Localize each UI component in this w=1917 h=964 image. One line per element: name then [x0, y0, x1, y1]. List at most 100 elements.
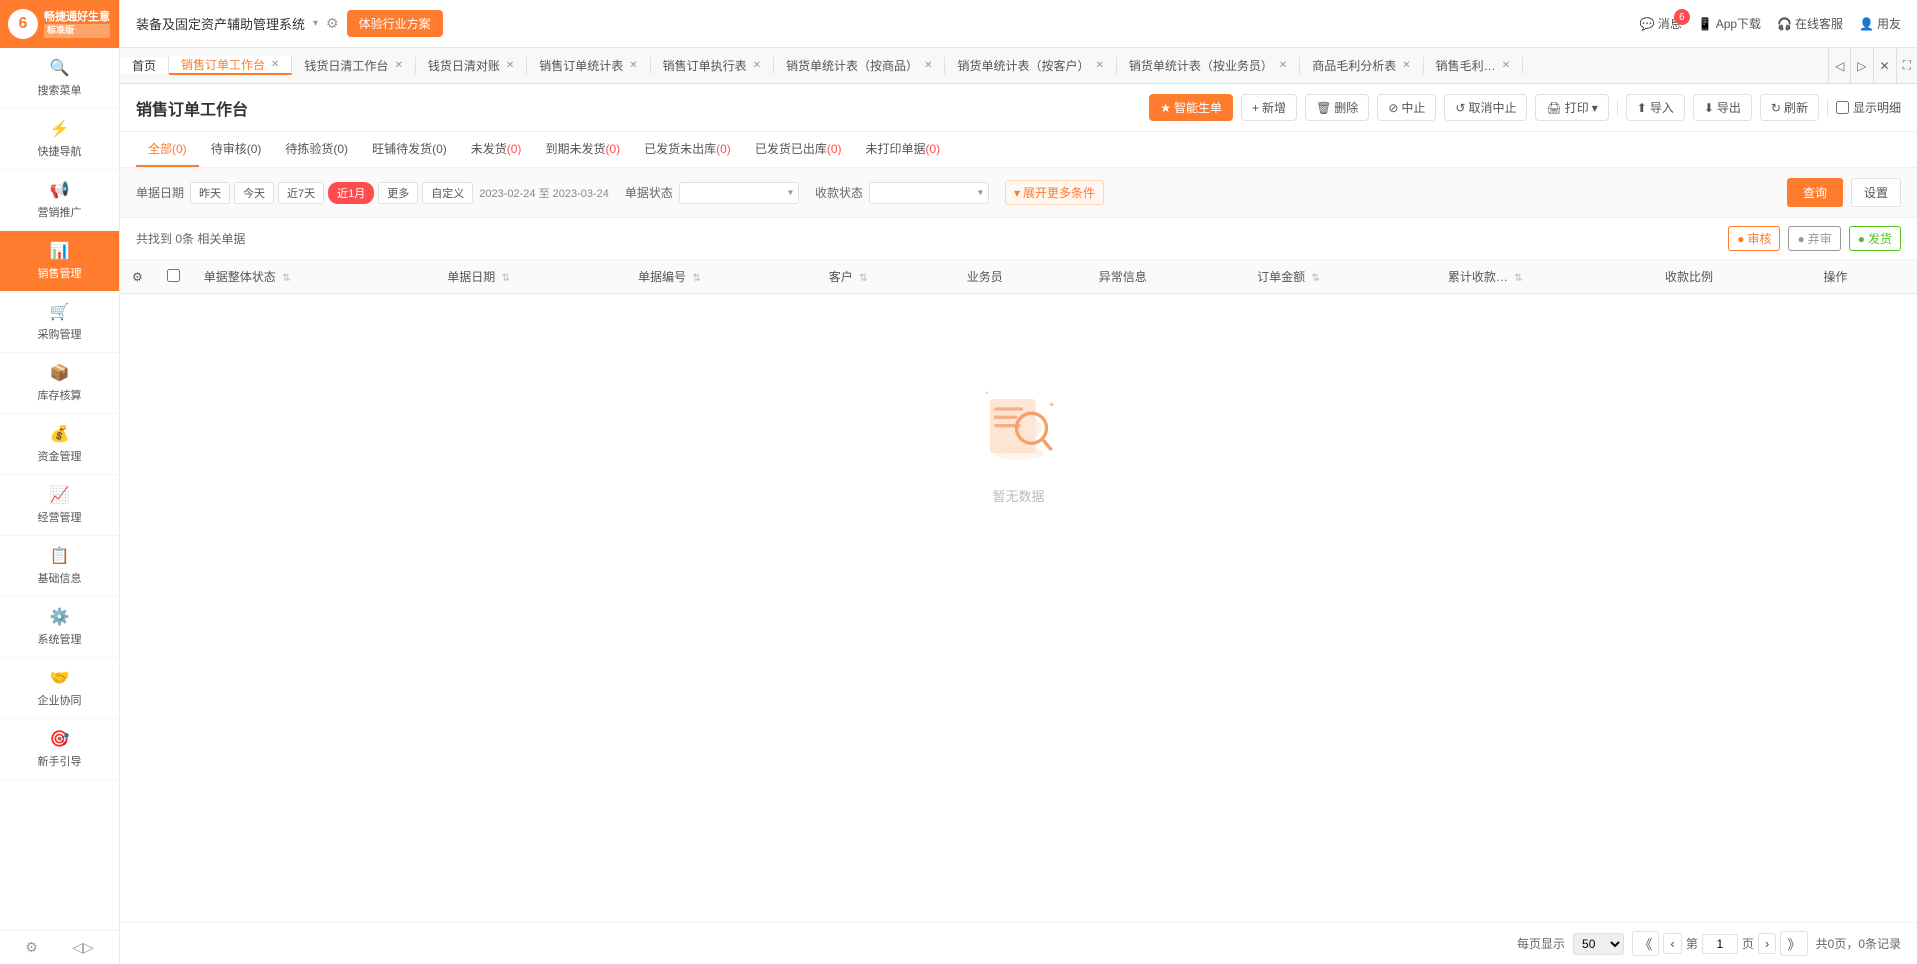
sub-tab-unprinted[interactable]: 未打印单据(0)	[854, 132, 953, 167]
sub-tab-all[interactable]: 全部(0)	[136, 132, 199, 167]
col-settings[interactable]: ⚙	[120, 260, 155, 294]
sidebar-item-quick-nav[interactable]: ⚡ 快捷导航	[0, 109, 119, 170]
tab-customer-stat[interactable]: 销货单统计表（按客户）✕	[945, 57, 1116, 74]
import-button[interactable]: ⬆ 导入	[1626, 94, 1685, 121]
date-btn-近7天[interactable]: 近7天	[278, 182, 324, 204]
show-detail-checkbox-label[interactable]: 显示明细	[1836, 99, 1901, 116]
smart-create-button[interactable]: ★ 智能生单	[1149, 94, 1233, 121]
sidebar-item-inventory[interactable]: 📦 库存核算	[0, 353, 119, 414]
col-abnormal[interactable]: 异常信息	[1087, 260, 1245, 294]
col-customer[interactable]: 客户 ⇅	[817, 260, 955, 294]
sub-tab-pending-review[interactable]: 待审核(0)	[199, 132, 274, 167]
sidebar-item-purchase[interactable]: 🛒 采购管理	[0, 292, 119, 353]
sidebar-item-system[interactable]: ⚙️ 系统管理	[0, 597, 119, 658]
col-number[interactable]: 单据编号 ⇅	[626, 260, 817, 294]
tab-close-goods-stat[interactable]: ✕	[924, 60, 932, 71]
tab-cash-reconcile[interactable]: 钱货日清对账✕	[416, 57, 527, 74]
tab-next-btn[interactable]: ▷	[1850, 48, 1872, 84]
sub-tab-unshipped[interactable]: 未发货(0)	[459, 132, 534, 167]
sidebar-item-search[interactable]: 🔍 搜索菜单	[0, 48, 119, 109]
col-ratio[interactable]: 收款比例	[1653, 260, 1811, 294]
page-size-select[interactable]: 50 20 100	[1573, 933, 1624, 955]
app-download-action[interactable]: 📱 App下载	[1698, 15, 1761, 32]
delete-button[interactable]: 🗑 删除	[1305, 94, 1369, 121]
online-service-action[interactable]: 🎧 在线客服	[1777, 15, 1843, 32]
sidebar-item-base-info[interactable]: 📋 基础信息	[0, 536, 119, 597]
add-button[interactable]: + 新增	[1241, 94, 1297, 121]
header-gear-icon[interactable]: ⚙	[326, 15, 339, 32]
col-salesman[interactable]: 业务员	[955, 260, 1087, 294]
sidebar-item-finance[interactable]: 💰 资金管理	[0, 414, 119, 475]
tab-close-profit-analysis[interactable]: ✕	[1402, 60, 1410, 71]
tab-sales-exec[interactable]: 销售订单执行表✕	[651, 57, 774, 74]
sub-tab-shop-pending[interactable]: 旺铺待发货(0)	[360, 132, 459, 167]
messages-action[interactable]: 💬 消息 6	[1640, 15, 1682, 32]
col-overall-status[interactable]: 单据整体状态 ⇅	[192, 260, 436, 294]
sidebar-item-collaboration[interactable]: 🤝 企业协同	[0, 658, 119, 719]
batch-review-button[interactable]: ● 审核	[1728, 226, 1780, 251]
tab-fullscreen-btn[interactable]: ⛶	[1896, 48, 1917, 84]
page-next-btn[interactable]: ›	[1758, 933, 1776, 954]
page-input[interactable]	[1702, 934, 1738, 954]
col-date[interactable]: 单据日期 ⇅	[435, 260, 626, 294]
sub-tab-shipped-out[interactable]: 已发货已出库(0)	[743, 132, 854, 167]
tab-close-salesman-stat[interactable]: ✕	[1279, 60, 1287, 71]
stop-button[interactable]: ⊘ 中止	[1377, 94, 1436, 121]
print-button[interactable]: 🖨 打印 ▾	[1535, 94, 1608, 121]
col-cumulative[interactable]: 累计收款… ⇅	[1436, 260, 1653, 294]
batch-dispatch-button[interactable]: ● 发货	[1849, 226, 1901, 251]
refresh-button[interactable]: ↻ 刷新	[1760, 94, 1819, 121]
tab-goods-stat[interactable]: 销货单统计表（按商品）✕	[774, 57, 945, 74]
date-btn-近1月[interactable]: 近1月	[328, 182, 374, 204]
tab-sales-profit[interactable]: 销售毛利…✕	[1424, 57, 1523, 74]
expand-filter-button[interactable]: ▾ 展开更多条件	[1005, 180, 1104, 205]
tab-home[interactable]: 首页	[120, 57, 169, 74]
cancel-stop-button[interactable]: ↺ 取消中止	[1444, 94, 1527, 121]
tab-close-all-btn[interactable]: ✕	[1873, 48, 1896, 84]
date-btn-今天[interactable]: 今天	[234, 182, 274, 204]
page-last-btn[interactable]: 》	[1780, 931, 1807, 956]
tab-close-sales-stat[interactable]: ✕	[629, 60, 637, 71]
col-amount[interactable]: 订单金额 ⇅	[1245, 260, 1436, 294]
sidebar-item-marketing[interactable]: 📢 营销推广	[0, 170, 119, 231]
tab-sales-stat[interactable]: 销售订单统计表✕	[527, 57, 650, 74]
status-select[interactable]	[679, 182, 799, 204]
tab-prev-btn[interactable]: ◁	[1828, 48, 1850, 84]
tab-close-sales-exec[interactable]: ✕	[753, 60, 761, 71]
sidebar-item-operations[interactable]: 📈 经营管理	[0, 475, 119, 536]
tab-close-sales-order[interactable]: ✕	[271, 59, 279, 70]
tab-sales-order[interactable]: 销售订单工作台✕	[169, 56, 292, 75]
tab-close-cash-clear[interactable]: ✕	[394, 60, 402, 71]
system-dropdown[interactable]: ▾	[313, 18, 318, 29]
tab-salesman-stat[interactable]: 销货单统计表（按业务员）✕	[1117, 57, 1300, 74]
tab-close-customer-stat[interactable]: ✕	[1095, 60, 1103, 71]
query-button[interactable]: 查询	[1787, 178, 1843, 207]
page-first-btn[interactable]: 《	[1632, 931, 1659, 956]
sub-tab-shipped-not-out[interactable]: 已发货未出库(0)	[632, 132, 743, 167]
batch-discard-button[interactable]: ● 弃审	[1788, 226, 1840, 251]
settings-icon[interactable]: ⚙	[25, 939, 38, 956]
show-detail-checkbox[interactable]	[1836, 101, 1849, 114]
collapse-icon[interactable]: ◁▷	[72, 939, 94, 956]
sidebar-item-sales[interactable]: 📊 销售管理	[0, 231, 119, 292]
setting-button[interactable]: 设置	[1851, 178, 1901, 207]
tab-profit-analysis[interactable]: 商品毛利分析表✕	[1300, 57, 1423, 74]
sub-tab-overdue-unshipped[interactable]: 到期未发货(0)	[533, 132, 632, 167]
industry-button[interactable]: 体验行业方案	[347, 10, 443, 37]
date-btn-昨天[interactable]: 昨天	[190, 182, 230, 204]
sub-tab-pending-pick[interactable]: 待拣验货(0)	[273, 132, 360, 167]
select-all-checkbox[interactable]	[167, 269, 180, 282]
user-action[interactable]: 👤 用友	[1859, 15, 1901, 32]
tab-close-sales-profit[interactable]: ✕	[1502, 60, 1510, 71]
date-btn-更多[interactable]: 更多	[378, 182, 418, 204]
export-button[interactable]: ⬇ 导出	[1693, 94, 1752, 121]
payment-select[interactable]	[869, 182, 989, 204]
date-btn-自定义[interactable]: 自定义	[422, 182, 473, 204]
tab-cash-clear[interactable]: 钱货日清工作台✕	[292, 57, 415, 74]
page-prev-btn[interactable]: ‹	[1663, 933, 1681, 954]
col-checkbox[interactable]	[155, 260, 192, 294]
table-scroll[interactable]: ⚙ 单据整体状态 ⇅ 单据日期 ⇅ 单据编号 ⇅ 客户 ⇅ 业务员 异常信息 订…	[120, 260, 1917, 922]
col-operation[interactable]: 操作	[1811, 260, 1917, 294]
sidebar-item-guide[interactable]: 🎯 新手引导	[0, 719, 119, 780]
tab-close-cash-reconcile[interactable]: ✕	[506, 60, 514, 71]
